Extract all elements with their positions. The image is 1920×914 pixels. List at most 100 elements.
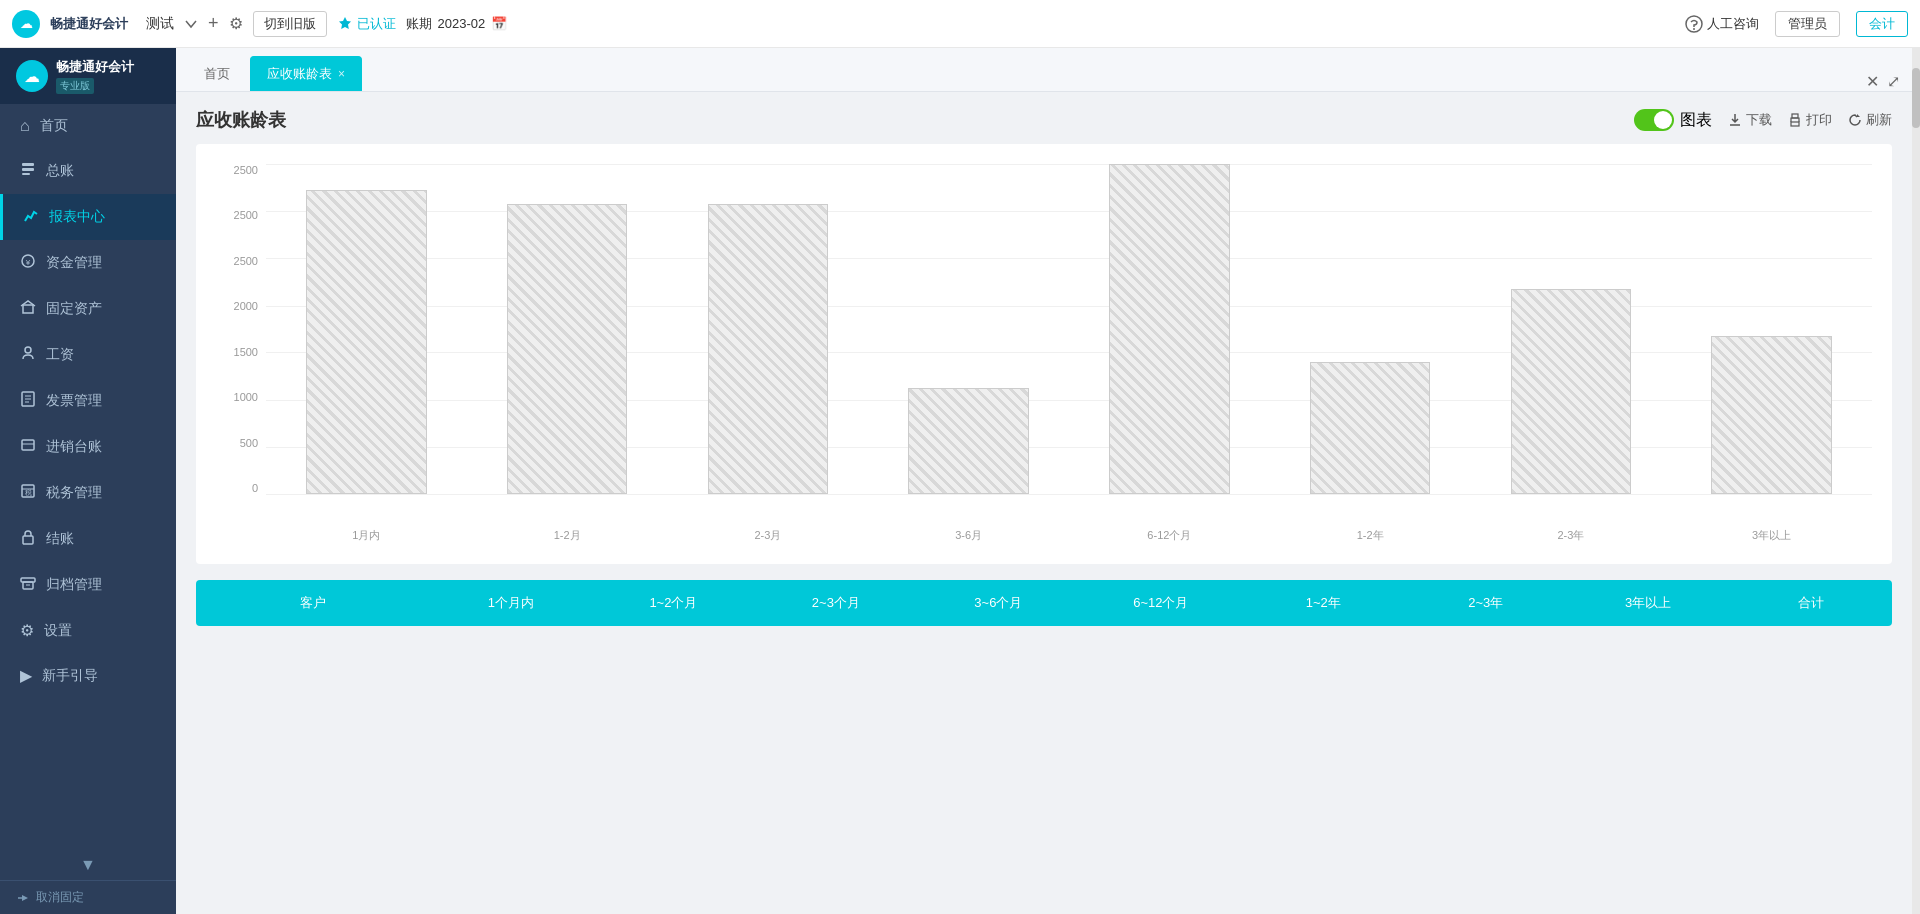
sidebar-item-home[interactable]: ⌂ 首页 [0, 104, 176, 148]
svg-marker-23 [22, 895, 28, 901]
chart-bar-7 [1511, 289, 1631, 494]
settings-gear-btn[interactable]: ⚙ [229, 14, 243, 33]
sidebar-logo-icon: ☁ [16, 60, 48, 92]
tab-home[interactable]: 首页 [188, 57, 246, 91]
admin-btn[interactable]: 管理员 [1775, 11, 1840, 37]
sidebar-item-ledger[interactable]: 总账 [0, 148, 176, 194]
tab-expand-btn[interactable]: ⤢ [1887, 72, 1900, 91]
table-container: 客户 1个月内 1~2个月 2~3个月 3~6个月 6~12个月 1~2年 2~… [196, 580, 1892, 626]
close-accounts-icon [20, 529, 36, 549]
chart-y-axis: 2500 2500 2500 2000 1500 1000 500 0 [216, 164, 266, 494]
consult-btn[interactable]: 人工咨询 [1685, 15, 1759, 33]
settings-icon: ⚙ [20, 621, 34, 640]
sidebar-item-invoice[interactable]: 发票管理 [0, 378, 176, 424]
sidebar-item-guide[interactable]: ▶ 新手引导 [0, 653, 176, 698]
chart-bar-3 [708, 204, 828, 494]
chart-bar-6 [1310, 362, 1430, 494]
chart-toggle-switch[interactable] [1634, 109, 1674, 131]
chart-container: 2500 2500 2500 2000 1500 1000 500 0 [196, 144, 1892, 564]
x-label-1: 1月内 [266, 528, 467, 543]
content-area: 首页 应收账龄表 × ✕ ⤢ 应收账龄表 图表 [176, 48, 1912, 914]
chart-inner: 2500 2500 2500 2000 1500 1000 500 0 [216, 164, 1872, 524]
page-title: 应收账龄表 [196, 108, 286, 132]
accountant-btn[interactable]: 会计 [1856, 11, 1908, 37]
period-display: 账期 2023-02 📅 [406, 15, 508, 33]
sidebar-item-funds[interactable]: ¥ 资金管理 [0, 240, 176, 286]
svg-point-8 [25, 347, 31, 353]
workspace-dropdown-btn[interactable] [184, 17, 198, 31]
period-label: 账期 [406, 15, 432, 33]
sidebar-label-funds: 资金管理 [46, 254, 102, 272]
svg-rect-13 [22, 440, 34, 450]
chart-bar-group-5 [1069, 164, 1270, 494]
old-version-btn[interactable]: 切到旧版 [253, 11, 327, 37]
sidebar-app-name: 畅捷通好会计 [56, 58, 134, 76]
sidebar-item-reports[interactable]: 报表中心 [0, 194, 176, 240]
tab-close-window-btn[interactable]: ✕ [1866, 72, 1879, 91]
top-header: ☁ 畅捷通好会计 测试 + ⚙ 切到旧版 已认证 账期 2023-02 📅 人工… [0, 0, 1920, 48]
app-logo-icon: ☁ [12, 10, 40, 38]
ledger-icon [20, 161, 36, 181]
app-name: 畅捷通好会计 [50, 15, 128, 33]
sidebar-label-assets: 固定资产 [46, 300, 102, 318]
y-label-0: 0 [252, 482, 258, 494]
right-scrollbar[interactable] [1912, 48, 1920, 914]
table-header-2-3y: 2~3年 [1405, 580, 1567, 626]
y-label-1000b: 1000 [234, 391, 258, 403]
svg-rect-25 [1791, 122, 1799, 126]
x-label-6: 1-2年 [1270, 528, 1471, 543]
sidebar-item-assets[interactable]: 固定资产 [0, 286, 176, 332]
header-right-actions: 人工咨询 管理员 会计 [1685, 11, 1908, 37]
sidebar-label-inventory: 进销台账 [46, 438, 102, 456]
sidebar-label-archive: 归档管理 [46, 576, 102, 594]
fix-label: 取消固定 [36, 889, 84, 906]
guide-icon: ▶ [20, 666, 32, 685]
y-label-2000: 2500 [234, 209, 258, 221]
chart-bar-2 [507, 204, 627, 494]
add-workspace-btn[interactable]: + [208, 13, 219, 34]
print-btn[interactable]: 打印 [1788, 111, 1832, 129]
x-label-4: 3-6月 [868, 528, 1069, 543]
svg-point-1 [1693, 28, 1695, 30]
certified-badge: 已认证 [337, 15, 396, 33]
tab-reports[interactable]: 应收账龄表 × [250, 56, 362, 91]
table-header-customer: 客户 [196, 580, 430, 626]
svg-rect-7 [23, 305, 33, 313]
chart-toggle-label: 图表 [1680, 110, 1712, 131]
sidebar-scroll-down-btn[interactable]: ▼ [0, 850, 176, 880]
sidebar-logo: ☁ 畅捷通好会计 专业版 [0, 48, 176, 104]
x-label-8: 3年以上 [1671, 528, 1872, 543]
sidebar-item-inventory[interactable]: 进销台账 [0, 424, 176, 470]
refresh-btn[interactable]: 刷新 [1848, 111, 1892, 129]
table-header-total: 合计 [1729, 580, 1891, 626]
chart-bar-group-2 [467, 164, 668, 494]
sidebar-label-invoice: 发票管理 [46, 392, 102, 410]
scrollbar-thumb[interactable] [1912, 68, 1920, 128]
sidebar-item-tax[interactable]: 税 税务管理 [0, 470, 176, 516]
funds-icon: ¥ [20, 253, 36, 273]
archive-icon [20, 575, 36, 595]
salary-icon [20, 345, 36, 365]
download-btn[interactable]: 下载 [1728, 111, 1772, 129]
y-label-1000: 2000 [234, 300, 258, 312]
sidebar-label-tax: 税务管理 [46, 484, 102, 502]
inventory-icon [20, 437, 36, 457]
svg-rect-18 [23, 536, 33, 544]
chart-bar-1 [306, 190, 426, 494]
sidebar-item-archive[interactable]: 归档管理 [0, 562, 176, 608]
tab-close-btn[interactable]: × [338, 67, 345, 81]
svg-marker-27 [1857, 114, 1860, 117]
print-label: 打印 [1806, 111, 1832, 129]
chart-bars-area [266, 164, 1872, 494]
svg-rect-3 [22, 168, 34, 171]
sidebar-item-close-accounts[interactable]: 结账 [0, 516, 176, 562]
page-actions: 图表 下载 打印 刷新 [1634, 109, 1892, 131]
x-label-3: 2-3月 [668, 528, 869, 543]
sidebar-item-settings[interactable]: ⚙ 设置 [0, 608, 176, 653]
calendar-icon[interactable]: 📅 [491, 16, 507, 31]
sidebar-fix-btn[interactable]: 取消固定 [0, 880, 176, 914]
sidebar-item-salary[interactable]: 工资 [0, 332, 176, 378]
tab-home-label: 首页 [204, 66, 230, 81]
chart-toggle-container: 图表 [1634, 109, 1712, 131]
table-header-1-2y: 1~2年 [1242, 580, 1404, 626]
